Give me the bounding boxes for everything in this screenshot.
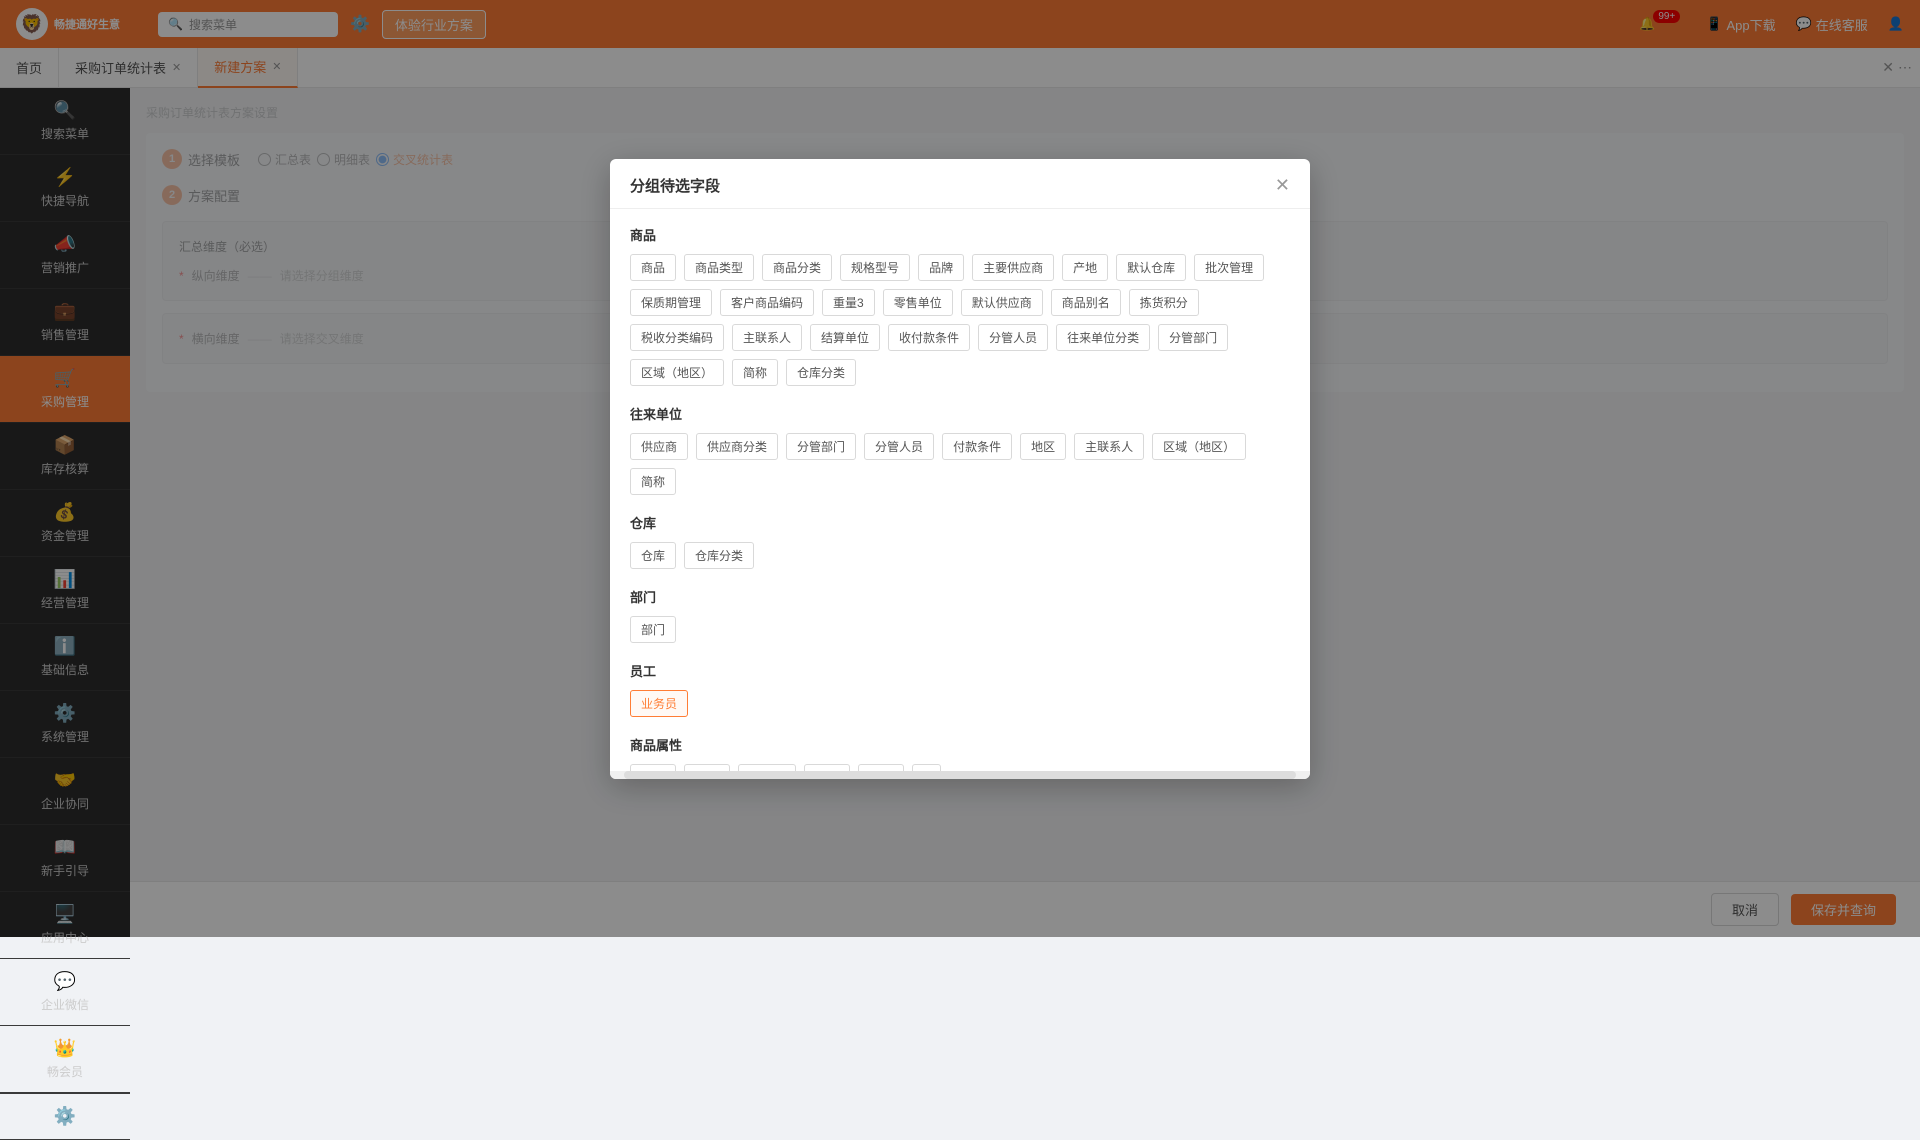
field-abbr-partner[interactable]: 简称 (630, 468, 676, 495)
partner-fields: 供应商 供应商分类 分管部门 分管人员 付款条件 地区 主联系人 区域（地区） … (630, 433, 1290, 495)
section-dept-title: 部门 (630, 587, 1290, 606)
field-spec-model[interactable]: 规格型号 (840, 254, 910, 281)
field-multi-spec[interactable]: 多规格 (738, 764, 796, 772)
field-main-supplier[interactable]: 主要供应商 (972, 254, 1054, 281)
section-employee-title: 员工 (630, 661, 1290, 680)
field-shoe-size[interactable]: 鞋码 (858, 764, 904, 772)
field-short-name[interactable]: 简称 (732, 359, 778, 386)
field-region-partner2[interactable]: 区域（地区） (1152, 433, 1246, 460)
field-color[interactable]: 颜色 (684, 764, 730, 772)
field-alias[interactable]: 商品别名 (1051, 289, 1121, 316)
field-person-partner[interactable]: 分管人员 (864, 433, 934, 460)
field-supplier[interactable]: 供应商 (630, 433, 688, 460)
dialog-horizontal-scroll[interactable] (610, 771, 1310, 778)
section-warehouse-title: 仓库 (630, 513, 1290, 532)
field-supplier-category[interactable]: 供应商分类 (696, 433, 778, 460)
dialog-title: 分组待选字段 (630, 175, 720, 196)
field-number1[interactable]: 1 (912, 764, 941, 772)
field-default-warehouse[interactable]: 默认仓库 (1116, 254, 1186, 281)
field-payment-terms[interactable]: 收付款条件 (888, 324, 970, 351)
field-main-contact[interactable]: 主联系人 (732, 324, 802, 351)
field-warehouse[interactable]: 仓库 (630, 542, 676, 569)
warehouse-fields: 仓库 仓库分类 (630, 542, 1290, 569)
field-brand[interactable]: 品牌 (918, 254, 964, 281)
field-default-supplier[interactable]: 默认供应商 (961, 289, 1043, 316)
section-warehouse: 仓库 仓库 仓库分类 (630, 513, 1290, 569)
sidebar-bottom: ⚙️ (0, 1093, 130, 1140)
wechat-icon: 💬 (54, 971, 76, 992)
field-customer-code[interactable]: 客户商品编码 (720, 289, 814, 316)
field-attr[interactable]: 属性 (630, 764, 676, 772)
field-supervisor[interactable]: 分管人员 (978, 324, 1048, 351)
field-tax-code[interactable]: 税收分类编码 (630, 324, 724, 351)
settings-icon: ⚙️ (54, 1106, 76, 1127)
field-warehouse-cat[interactable]: 仓库分类 (684, 542, 754, 569)
field-batch-mgmt[interactable]: 批次管理 (1194, 254, 1264, 281)
field-product-category[interactable]: 商品分类 (762, 254, 832, 281)
field-product-type[interactable]: 商品类型 (684, 254, 754, 281)
field-dept-mgmt[interactable]: 分管部门 (1158, 324, 1228, 351)
field-dept-partner[interactable]: 分管部门 (786, 433, 856, 460)
field-retail-unit[interactable]: 零售单位 (883, 289, 953, 316)
field-origin[interactable]: 产地 (1062, 254, 1108, 281)
vip-icon: 👑 (54, 1038, 76, 1059)
field-warehouse-category[interactable]: 仓库分类 (786, 359, 856, 386)
dialog-overlay: 分组待选字段 ✕ 商品 商品 商品类型 商品分类 规格型号 品牌 主要供应商 产… (0, 0, 1920, 937)
field-partner-category[interactable]: 往来单位分类 (1056, 324, 1150, 351)
field-salesperson[interactable]: 业务员 (630, 690, 688, 717)
field-weight3[interactable]: 重量3 (822, 289, 875, 316)
field-contact-partner[interactable]: 主联系人 (1074, 433, 1144, 460)
sidebar-item-wechat[interactable]: 💬 企业微信 (0, 959, 130, 1026)
product-attr-fields: 属性 颜色 多规格 尺码 鞋码 1 (630, 764, 1290, 772)
section-partner-title: 往来单位 (630, 404, 1290, 423)
section-product-attr-title: 商品属性 (630, 735, 1290, 754)
product-fields: 商品 商品类型 商品分类 规格型号 品牌 主要供应商 产地 默认仓库 批次管理 … (630, 254, 1290, 386)
field-product[interactable]: 商品 (630, 254, 676, 281)
section-dept: 部门 部门 (630, 587, 1290, 643)
dialog-header: 分组待选字段 ✕ (610, 159, 1310, 209)
dept-fields: 部门 (630, 616, 1290, 643)
field-pick-points[interactable]: 拣货积分 (1129, 289, 1199, 316)
field-settlement-unit[interactable]: 结算单位 (810, 324, 880, 351)
field-size[interactable]: 尺码 (804, 764, 850, 772)
field-select-dialog: 分组待选字段 ✕ 商品 商品 商品类型 商品分类 规格型号 品牌 主要供应商 产… (610, 159, 1310, 779)
section-product: 商品 商品 商品类型 商品分类 规格型号 品牌 主要供应商 产地 默认仓库 批次… (630, 225, 1290, 386)
sidebar-item-vip[interactable]: 👑 畅会员 (0, 1026, 130, 1093)
dialog-close-button[interactable]: ✕ (1275, 175, 1290, 196)
field-region-product[interactable]: 区域（地区） (630, 359, 724, 386)
field-region-partner[interactable]: 地区 (1020, 433, 1066, 460)
dialog-body: 商品 商品 商品类型 商品分类 规格型号 品牌 主要供应商 产地 默认仓库 批次… (610, 209, 1310, 772)
field-payment-cond[interactable]: 付款条件 (942, 433, 1012, 460)
section-employee: 员工 业务员 (630, 661, 1290, 717)
section-product-title: 商品 (630, 225, 1290, 244)
section-partner: 往来单位 供应商 供应商分类 分管部门 分管人员 付款条件 地区 主联系人 区域… (630, 404, 1290, 495)
field-dept[interactable]: 部门 (630, 616, 676, 643)
sidebar-settings[interactable]: ⚙️ (0, 1094, 130, 1140)
field-expiry-mgmt[interactable]: 保质期管理 (630, 289, 712, 316)
employee-fields: 业务员 (630, 690, 1290, 717)
section-product-attr: 商品属性 属性 颜色 多规格 尺码 鞋码 1 (630, 735, 1290, 772)
